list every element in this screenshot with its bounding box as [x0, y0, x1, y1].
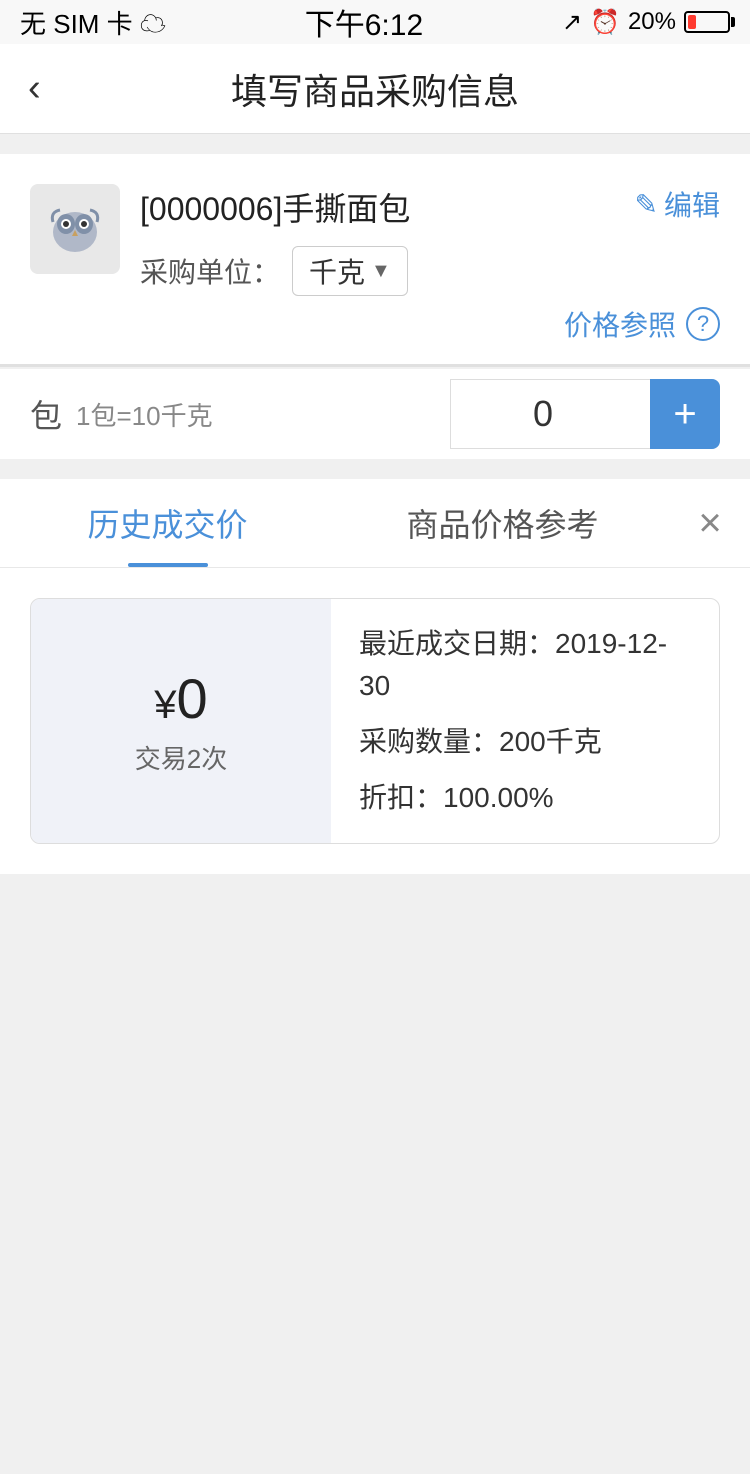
nav-bar: ‹ 填写商品采购信息 [0, 44, 750, 134]
status-time: 下午6:12 [305, 0, 423, 44]
battery-percent: 20% [628, 8, 676, 36]
edit-pencil-icon: ✎ [635, 188, 658, 221]
trade-count: 交易2次 [135, 739, 227, 776]
package-label: 包 [30, 391, 62, 437]
price-amount: ¥0 [154, 666, 207, 731]
sim-status: 无 SIM 卡 ☁ [20, 4, 166, 41]
tabs-row: 历史成交价 商品价格参考 × [0, 479, 750, 567]
unit-value: 千克 [309, 251, 365, 291]
edit-label: 编辑 [664, 184, 720, 224]
product-left: [0000006]手撕面包 采购单位： 千克 ▼ [30, 184, 410, 296]
unit-dropdown[interactable]: 千克 ▼ [292, 246, 408, 296]
purchase-unit-label: 采购单位： [140, 251, 280, 291]
recent-date-row: 最近成交日期：2019-12-30 [359, 623, 691, 707]
product-header: [0000006]手撕面包 采购单位： 千克 ▼ ✎ 编辑 [30, 184, 720, 296]
price-card-right: 最近成交日期：2019-12-30 采购数量：200千克 折扣：100.00% [331, 599, 719, 843]
quantity-row: 采购数量：200千克 [359, 721, 691, 763]
discount-row: 折扣：100.00% [359, 777, 691, 819]
tab-product-price-ref-label: 商品价格参考 [406, 500, 598, 546]
status-bar: 无 SIM 卡 ☁ 下午6:12 ↗ ⏰ 20% [0, 0, 750, 44]
page-title: 填写商品采购信息 [231, 63, 519, 115]
help-icon[interactable]: ? [686, 307, 720, 341]
page-rest [0, 874, 750, 1474]
quantity-label-group: 包 1包=10千克 [30, 391, 213, 437]
price-card: ¥0 交易2次 最近成交日期：2019-12-30 采购数量：200千克 折扣：… [30, 598, 720, 844]
purchase-unit-row: 采购单位： 千克 ▼ [140, 246, 410, 296]
location-icon: ↗ [562, 8, 582, 37]
package-conversion: 1包=10千克 [76, 396, 213, 433]
tab-history-price-label: 历史成交价 [87, 500, 247, 546]
alarm-icon: ⏰ [590, 8, 620, 37]
currency-symbol: ¥ [154, 683, 176, 727]
discount-value: 100.00% [443, 782, 554, 813]
quantity-value: 200千克 [499, 726, 602, 757]
product-thumbnail [40, 194, 110, 264]
recent-date-label: 最近成交日期： [359, 628, 555, 659]
price-card-left: ¥0 交易2次 [31, 599, 331, 843]
price-card-section: ¥0 交易2次 最近成交日期：2019-12-30 采购数量：200千克 折扣：… [0, 568, 750, 874]
status-right: ↗ ⏰ 20% [562, 8, 730, 37]
tab-history-price[interactable]: 历史成交价 [0, 479, 335, 567]
quantity-input[interactable] [450, 379, 650, 449]
quantity-plus-button[interactable]: + [650, 379, 720, 449]
dropdown-arrow-icon: ▼ [371, 260, 391, 283]
tab-active-indicator [128, 563, 208, 567]
back-button[interactable]: ‹ [28, 67, 41, 110]
edit-button[interactable]: ✎ 编辑 [635, 184, 720, 224]
battery-icon [684, 11, 730, 33]
quantity-input-group: + [450, 379, 720, 449]
status-left: 无 SIM 卡 ☁ [20, 4, 166, 41]
product-image [30, 184, 120, 274]
discount-label: 折扣： [359, 782, 443, 813]
price-ref-row: 价格参照 ? [30, 304, 720, 344]
tab-product-price-ref[interactable]: 商品价格参考 [335, 479, 670, 567]
quantity-section: 包 1包=10千克 + [0, 369, 750, 459]
tabs-section: 历史成交价 商品价格参考 × [0, 479, 750, 568]
product-info: [0000006]手撕面包 采购单位： 千克 ▼ [140, 184, 410, 296]
tab-close-button[interactable]: × [670, 501, 750, 546]
divider [0, 364, 750, 367]
price-ref-button[interactable]: 价格参照 [564, 304, 676, 344]
product-name: [0000006]手撕面包 [140, 184, 410, 230]
product-section: [0000006]手撕面包 采购单位： 千克 ▼ ✎ 编辑 价格参照 ? [0, 154, 750, 364]
price-value: 0 [177, 667, 208, 730]
quantity-label: 采购数量： [359, 726, 499, 757]
